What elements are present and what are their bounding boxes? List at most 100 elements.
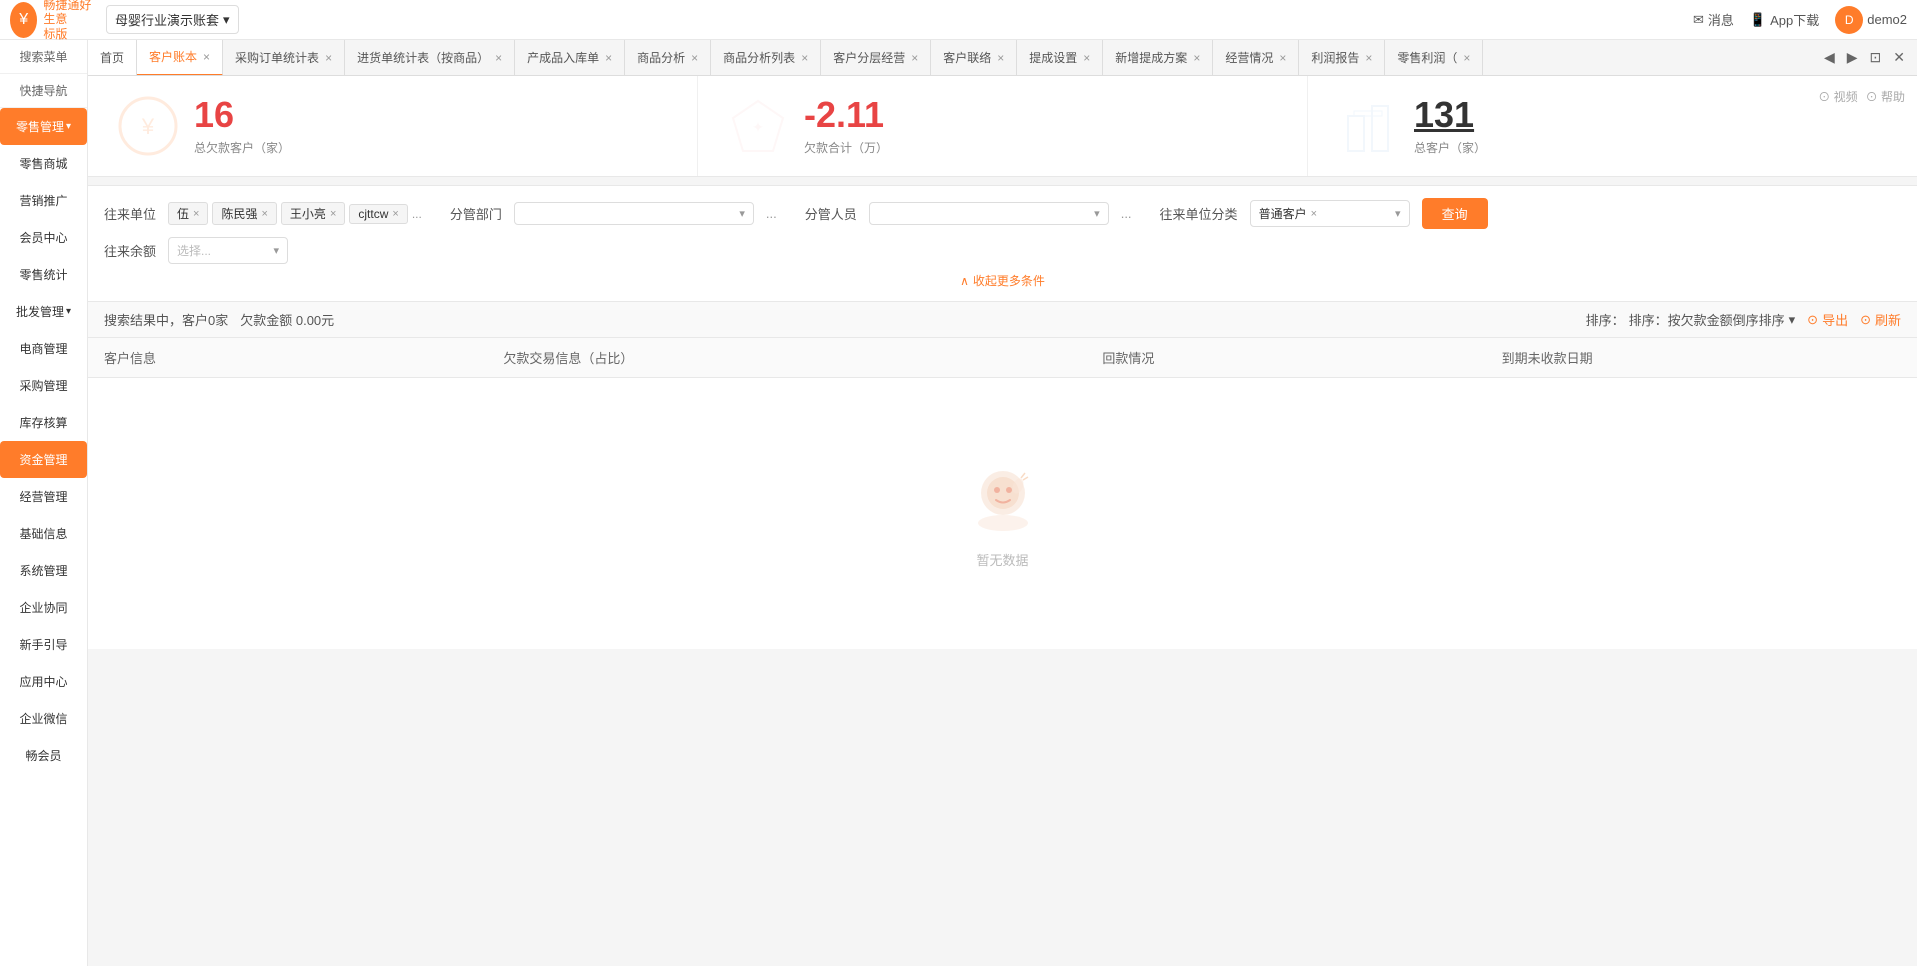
category-select[interactable]: 普通客户 × ▾	[1250, 200, 1410, 227]
tab-purchase-stats[interactable]: 采购订单统计表 ×	[223, 40, 345, 76]
sidebar-item-app-center[interactable]: 应用中心	[0, 663, 87, 700]
app-download-button[interactable]: 📱 App下载	[1750, 10, 1819, 29]
tab-close-icon[interactable]: ×	[1083, 51, 1090, 65]
sidebar-item-system[interactable]: 系统管理	[0, 552, 87, 589]
total-clients-label: 总客户（家）	[1414, 139, 1486, 156]
sidebar-item-purchase[interactable]: 采购管理	[0, 367, 87, 404]
diamond-icon: ✦	[728, 96, 788, 156]
tab-close-icon[interactable]: ×	[997, 51, 1004, 65]
tab-customer-contact[interactable]: 客户联络 ×	[931, 40, 1017, 76]
filter-tags: 伍 × 陈民强 × 王小亮 ×	[168, 202, 422, 225]
debt-amount-label: 欠款金额 0.00元	[240, 310, 334, 329]
tab-new-promotion[interactable]: 新增提成方案 ×	[1103, 40, 1213, 76]
remove-tag-icon[interactable]: ×	[392, 208, 398, 220]
tab-inbound-stats[interactable]: 进货单统计表（按商品） ×	[345, 40, 515, 76]
user-menu[interactable]: D demo2	[1835, 6, 1907, 34]
tab-prev-button[interactable]: ◀	[1820, 47, 1839, 68]
message-button[interactable]: ✉ 消息	[1693, 10, 1734, 29]
sidebar-item-wholesale-mgmt[interactable]: 批发管理 ▾	[0, 293, 87, 330]
tab-close-all-button[interactable]: ✕	[1889, 47, 1909, 68]
remove-tag-icon[interactable]: ×	[330, 208, 336, 220]
tab-close-icon[interactable]: ×	[1365, 51, 1372, 65]
video-button[interactable]: ⊙ 视频	[1818, 88, 1857, 105]
tab-goods-analysis[interactable]: 商品分析 ×	[625, 40, 711, 76]
tab-production[interactable]: 产成品入库单 ×	[515, 40, 625, 76]
sidebar-item-ecommerce[interactable]: 电商管理	[0, 330, 87, 367]
logo-text: 畅捷通好生意 标版	[43, 0, 98, 41]
chevron-down-icon: ▾	[66, 306, 71, 317]
download-icon: 📱	[1750, 12, 1766, 28]
export-button[interactable]: ⊙ 导出	[1807, 310, 1848, 329]
tab-expand-button[interactable]: ⊡	[1866, 47, 1886, 68]
tab-close-icon[interactable]: ×	[605, 51, 612, 65]
sidebar-item-vip-member[interactable]: 畅会员	[0, 737, 87, 774]
refresh-button[interactable]: ⊙ 刷新	[1860, 310, 1901, 329]
collapse-button[interactable]: ∧ 收起更多条件	[104, 272, 1901, 289]
sidebar-item-retail-stats[interactable]: 零售统计	[0, 256, 87, 293]
filter-tag-4: cjttcw ×	[349, 204, 407, 224]
no-data-icon	[963, 458, 1043, 538]
sidebar-item-enterprise[interactable]: 企业协同	[0, 589, 87, 626]
query-button[interactable]: 查询	[1422, 198, 1488, 229]
tab-promotion-settings[interactable]: 提成设置 ×	[1017, 40, 1103, 76]
refresh-icon: ⊙	[1860, 312, 1871, 328]
tab-home[interactable]: 首页	[88, 40, 137, 76]
sidebar-item-capital[interactable]: 资金管理	[0, 441, 87, 478]
remove-category-tag-icon[interactable]: ×	[1311, 208, 1317, 220]
remove-tag-icon[interactable]: ×	[261, 208, 267, 220]
table-header: 客户信息 欠款交易信息（占比） 回款情况 到期未收款日期	[88, 338, 1917, 378]
sidebar-item-operations[interactable]: 经营管理	[0, 478, 87, 515]
top-bar: ¥ 畅捷通好生意 标版 母婴行业演示账套 ▾ ✉ 消息 📱 App下载 D	[0, 0, 1917, 40]
tab-customer-segment[interactable]: 客户分层经营 ×	[821, 40, 931, 76]
help-button[interactable]: ⊙ 帮助	[1866, 88, 1905, 105]
balance-select[interactable]: 选择... ▾	[168, 237, 288, 264]
tab-close-icon[interactable]: ×	[325, 51, 332, 65]
account-selector[interactable]: 母婴行业演示账套 ▾	[106, 5, 239, 34]
sidebar-item-inventory[interactable]: 库存核算	[0, 404, 87, 441]
tab-next-button[interactable]: ▶	[1843, 47, 1862, 68]
avatar: D	[1835, 6, 1863, 34]
tab-close-icon[interactable]: ×	[1193, 51, 1200, 65]
tab-retail-profit[interactable]: 零售利润（ ×	[1385, 40, 1483, 76]
sidebar-item-basic-info[interactable]: 基础信息	[0, 515, 87, 552]
dept-select[interactable]: ▾	[514, 202, 754, 225]
sort-selector[interactable]: 排序： 排序：按欠款金额倒序排序 ▾	[1586, 310, 1796, 329]
sidebar-item-retail-mall[interactable]: 零售商城	[0, 145, 87, 182]
sidebar-search-item[interactable]: 搜索菜单	[0, 40, 87, 74]
results-info: 搜索结果中，客户0家 欠款金额 0.00元	[104, 310, 334, 329]
tab-close-icon[interactable]: ×	[203, 50, 210, 64]
tab-profit-report[interactable]: 利润报告 ×	[1299, 40, 1385, 76]
sidebar-item-enterprise-wechat[interactable]: 企业微信	[0, 700, 87, 737]
sidebar-item-member-center[interactable]: 会员中心	[0, 219, 87, 256]
sidebar-item-retail-mgmt[interactable]: 零售管理 ▾	[0, 108, 87, 145]
svg-text:✦: ✦	[752, 119, 764, 135]
tab-close-icon[interactable]: ×	[691, 51, 698, 65]
tab-goods-analysis-list[interactable]: 商品分析列表 ×	[711, 40, 821, 76]
chevron-up-icon: ∧	[960, 274, 969, 288]
tab-close-icon[interactable]: ×	[801, 51, 808, 65]
sidebar: 搜索菜单 快捷导航 零售管理 ▾ 零售商城 营销推广 会员中心 零售统计	[0, 40, 88, 966]
app-container: ¥ 畅捷通好生意 标版 母婴行业演示账套 ▾ ✉ 消息 📱 App下载 D	[0, 0, 1917, 966]
tab-close-icon[interactable]: ×	[911, 51, 918, 65]
person-more-icon[interactable]: ...	[1121, 206, 1132, 221]
total-customers-label: 总欠款客户（家）	[194, 139, 290, 156]
chevron-down-icon: ▾	[273, 244, 279, 257]
remove-tag-icon[interactable]: ×	[193, 208, 199, 220]
person-select[interactable]: ▾	[869, 202, 1109, 225]
dept-more-icon[interactable]: ...	[766, 206, 777, 221]
more-tags-button[interactable]: ...	[412, 207, 422, 221]
chevron-down-icon: ▾	[223, 12, 230, 28]
filters-section: 往来单位 伍 × 陈民强 × 王小亮	[88, 185, 1917, 302]
empty-text: 暂无数据	[976, 550, 1028, 569]
tab-close-icon[interactable]: ×	[1463, 51, 1470, 65]
building-icon	[1338, 96, 1398, 156]
sidebar-item-new-guide[interactable]: 新手引导	[0, 626, 87, 663]
sidebar-item-marketing[interactable]: 营销推广	[0, 182, 87, 219]
tab-operations-status[interactable]: 经营情况 ×	[1213, 40, 1299, 76]
tab-customer-accounts[interactable]: 客户账本 ×	[137, 40, 223, 76]
tab-controls: ◀ ▶ ⊡ ✕	[1820, 47, 1917, 68]
balance-filter-label: 往来余额	[104, 241, 156, 260]
tab-close-icon[interactable]: ×	[1279, 51, 1286, 65]
tab-close-icon[interactable]: ×	[495, 51, 502, 65]
sidebar-quick-nav[interactable]: 快捷导航	[0, 74, 87, 108]
